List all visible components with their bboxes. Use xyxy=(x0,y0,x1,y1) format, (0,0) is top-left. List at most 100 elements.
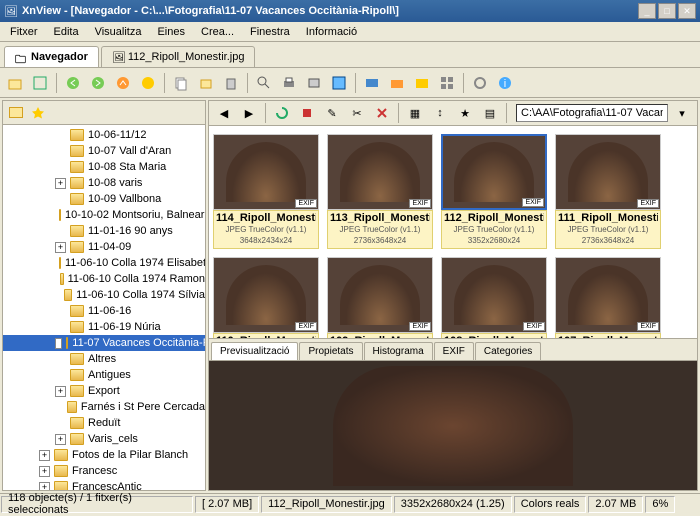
window-controls: _ □ ✕ xyxy=(638,3,696,19)
menu-crea...[interactable]: Crea... xyxy=(195,24,240,40)
path-dropdown-icon[interactable]: ▾ xyxy=(671,102,693,124)
tree-item[interactable]: 11-01-16 90 anys xyxy=(3,223,205,239)
print-button[interactable] xyxy=(278,72,300,94)
refresh-icon[interactable] xyxy=(271,102,293,124)
thumbnail-card[interactable]: EXIF110_Ripoll_MonestirJPEG TrueColor (v… xyxy=(213,257,319,339)
stop-icon[interactable] xyxy=(296,102,318,124)
thumbnail-grid: EXIF114_Ripoll_MonestirJPEG TrueColor (v… xyxy=(208,126,698,339)
tree-item[interactable]: +Varis_cels xyxy=(3,431,205,447)
tree-item[interactable]: 11-06-19 Núria xyxy=(3,319,205,335)
thumbnail-card[interactable]: EXIF113_Ripoll_MonestirJPEG TrueColor (v… xyxy=(327,134,433,249)
preview-tab-exif[interactable]: EXIF xyxy=(434,342,474,360)
edit-icon[interactable]: ✎ xyxy=(321,102,343,124)
web-button[interactable] xyxy=(411,72,433,94)
thumbnail-card[interactable]: EXIF109_Ripoll_MonestirJPEG TrueColor (v… xyxy=(327,257,433,339)
sort-icon[interactable]: ↕ xyxy=(429,102,451,124)
preview-tab-histograma[interactable]: Histograma xyxy=(364,342,433,360)
tree-item[interactable]: 10-08 Sta Maria xyxy=(3,159,205,175)
tree-item[interactable]: Antigues xyxy=(3,367,205,383)
maximize-button[interactable]: □ xyxy=(658,3,676,19)
contact-sheet-button[interactable] xyxy=(436,72,458,94)
tree-favorites-icon[interactable] xyxy=(29,104,47,122)
tree-folder-icon[interactable] xyxy=(7,104,25,122)
tab-navegador[interactable]: 🗀Navegador xyxy=(4,46,99,67)
menu-edita[interactable]: Edita xyxy=(48,24,85,40)
tree-item[interactable]: +Fotos de la Pilar Blanch xyxy=(3,447,205,463)
tree-item[interactable]: +11-07 Vacances Occitània-Rip xyxy=(3,335,205,351)
menu-finestra[interactable]: Finestra xyxy=(244,24,296,40)
tree-item[interactable]: 11-06-10 Colla 1974 Ramon xyxy=(3,271,205,287)
status-size1: [ 2.07 MB] xyxy=(195,496,259,513)
tree-item[interactable]: Farnés i St Pere Cercada xyxy=(3,399,205,415)
tree-item[interactable]: 11-06-10 Colla 1974 Sílvia xyxy=(3,287,205,303)
tree-item[interactable]: 10-09 Vallbona xyxy=(3,191,205,207)
path-input[interactable] xyxy=(516,104,668,122)
forward-button[interactable] xyxy=(87,72,109,94)
tree-item[interactable]: +Export xyxy=(3,383,205,399)
capture-button[interactable] xyxy=(386,72,408,94)
batch-convert-button[interactable] xyxy=(328,72,350,94)
tree-item[interactable]: 10-06-11/12 xyxy=(3,127,205,143)
filter-star-icon[interactable]: ★ xyxy=(454,102,476,124)
window-title: XnView - [Navegador - C:\...\Fotografia\… xyxy=(18,5,638,17)
close-button[interactable]: ✕ xyxy=(678,3,696,19)
menu-eines[interactable]: Eines xyxy=(151,24,191,40)
tree-item[interactable]: Reduït xyxy=(3,415,205,431)
settings-button[interactable] xyxy=(469,72,491,94)
view-forward-icon[interactable]: ▶ xyxy=(238,102,260,124)
view-mode-icon[interactable]: ▦ xyxy=(404,102,426,124)
menu-visualitza[interactable]: Visualitza xyxy=(89,24,148,40)
info-button[interactable]: i xyxy=(494,72,516,94)
minimize-button[interactable]: _ xyxy=(638,3,656,19)
preview-area xyxy=(208,361,698,491)
tree-item[interactable]: Altres xyxy=(3,351,205,367)
tree-item[interactable]: 11-06-16 xyxy=(3,303,205,319)
thumbnail-card[interactable]: EXIF111_Ripoll_MonestirJPEG TrueColor (v… xyxy=(555,134,661,249)
status-dim: 3352x2680x24 (1.25) xyxy=(394,496,512,513)
preview-tab-propietats[interactable]: Propietats xyxy=(299,342,362,360)
layout-icon[interactable]: ▤ xyxy=(479,102,501,124)
tree-toolbar xyxy=(3,101,205,125)
scan-button[interactable] xyxy=(303,72,325,94)
thumbnail-card[interactable]: EXIF112_Ripoll_MonestirJPEG TrueColor (v… xyxy=(441,134,547,249)
preview-tab-previsualització[interactable]: Previsualització xyxy=(211,342,298,360)
search-button[interactable] xyxy=(253,72,275,94)
tree-item[interactable]: 11-06-10 Colla 1974 Elisabet xyxy=(3,255,205,271)
tree-item[interactable]: +10-08 varis xyxy=(3,175,205,191)
thumbnail-card[interactable]: EXIF114_Ripoll_MonestirJPEG TrueColor (v… xyxy=(213,134,319,249)
slideshow-button[interactable] xyxy=(361,72,383,94)
app-icon: 🖼 xyxy=(4,5,18,18)
status-colors: Colors reals xyxy=(514,496,587,513)
preview-image xyxy=(333,366,573,486)
cut-icon[interactable]: ✂ xyxy=(346,102,368,124)
status-zoom: 6% xyxy=(645,496,675,513)
open-button[interactable] xyxy=(4,72,26,94)
move-button[interactable] xyxy=(195,72,217,94)
menu-informació[interactable]: Informació xyxy=(300,24,363,40)
menu-fitxer[interactable]: Fitxer xyxy=(4,24,44,40)
status-size2: 2.07 MB xyxy=(588,496,643,513)
tree-item[interactable]: 10-10-02 Montsoriu, Balneari xyxy=(3,207,205,223)
document-tabs: 🗀Navegador🖼112_Ripoll_Monestir.jpg xyxy=(0,42,700,68)
tab-112_ripoll_monestir-jpg[interactable]: 🖼112_Ripoll_Monestir.jpg xyxy=(101,46,256,67)
thumbnail-card[interactable]: EXIF107_Ripoll_MonestirJPEG TrueColor (v… xyxy=(555,257,661,339)
tree-item[interactable]: +11-04-09 xyxy=(3,239,205,255)
tree-item[interactable]: +FrancescAntic xyxy=(3,479,205,491)
main-toolbar: i xyxy=(0,68,700,98)
thumbnail-card[interactable]: EXIF108_Ripoll_MonestirJPEG TrueColor (v… xyxy=(441,257,547,339)
fullscreen-button[interactable] xyxy=(29,72,51,94)
favorites-button[interactable] xyxy=(137,72,159,94)
back-button[interactable] xyxy=(62,72,84,94)
status-file: 112_Ripoll_Monestir.jpg xyxy=(261,496,392,513)
copy-button[interactable] xyxy=(170,72,192,94)
tree-item[interactable]: +Francesc xyxy=(3,463,205,479)
folder-tree-pane: 10-06-11/1210-07 Vall d'Aran10-08 Sta Ma… xyxy=(2,100,206,491)
delete-button[interactable] xyxy=(220,72,242,94)
statusbar: 118 objecte(s) / 1 fitxer(s) seleccionat… xyxy=(0,493,700,514)
view-back-icon[interactable]: ◀ xyxy=(213,102,235,124)
thumbnail-toolbar: ◀ ▶ ✎ ✂ ▦ ↕ ★ ▤ ▾ xyxy=(208,100,698,126)
tree-item[interactable]: 10-07 Vall d'Aran xyxy=(3,143,205,159)
preview-tab-categories[interactable]: Categories xyxy=(475,342,541,360)
up-button[interactable] xyxy=(112,72,134,94)
delete-icon[interactable] xyxy=(371,102,393,124)
